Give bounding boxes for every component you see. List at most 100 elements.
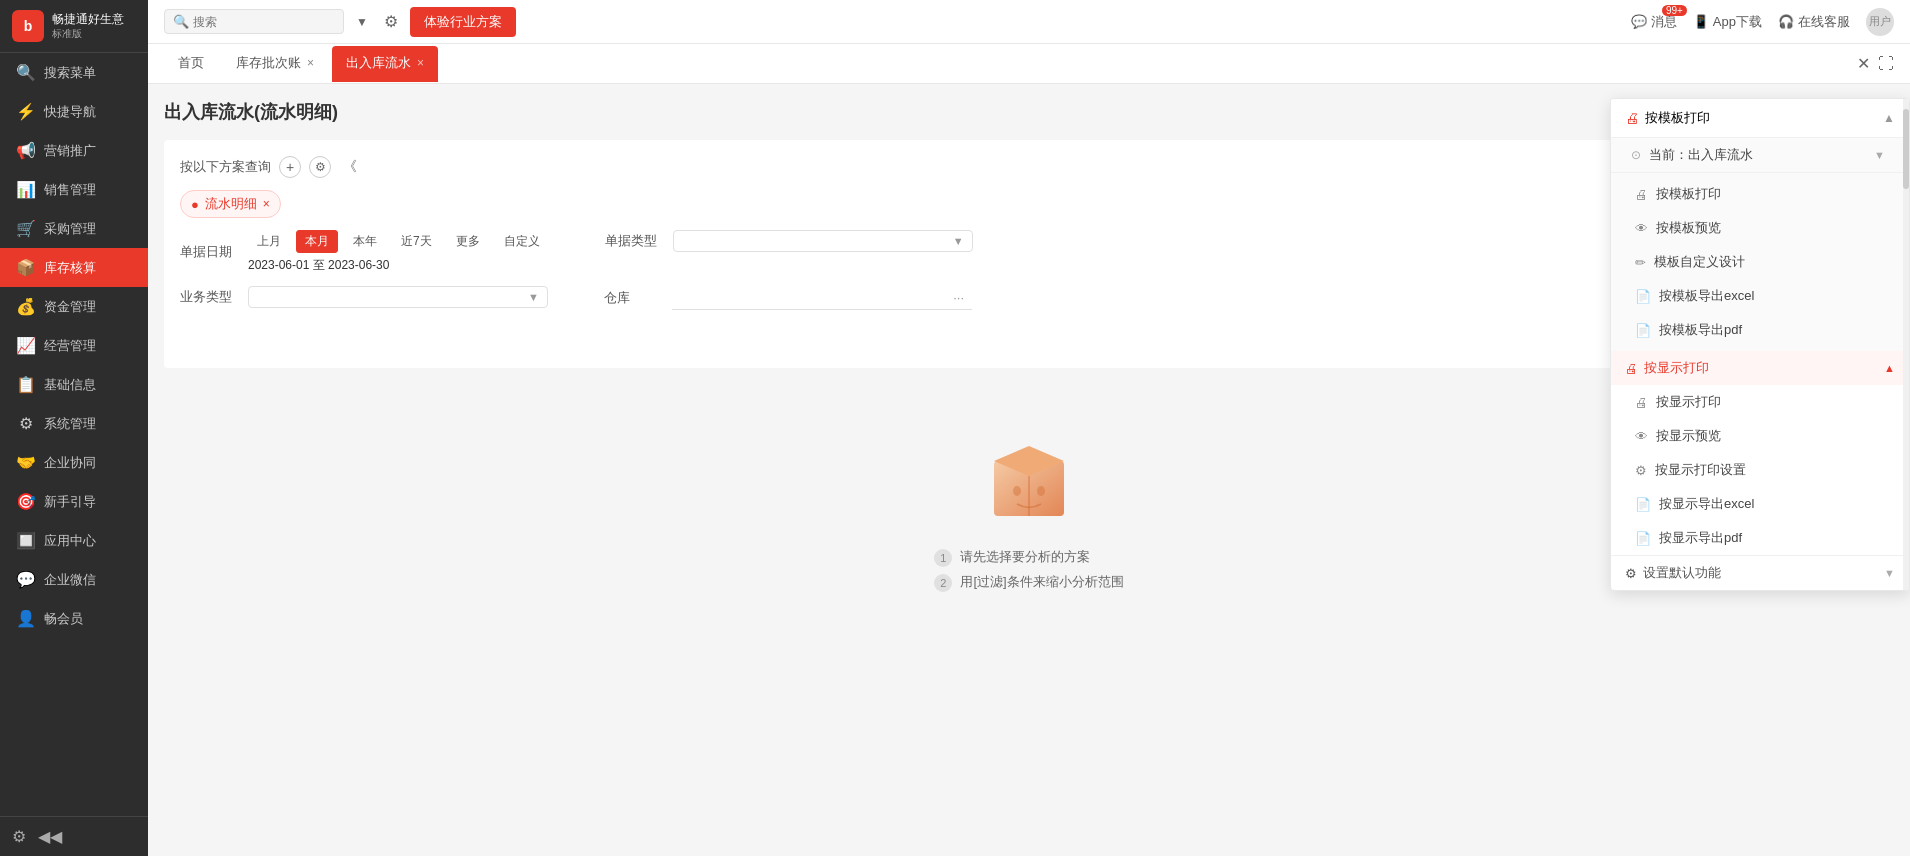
sidebar-item-apps[interactable]: 🔲 应用中心: [0, 521, 148, 560]
display-excel-label: 按显示导出excel: [1659, 495, 1754, 513]
sidebar-item-label: 快捷导航: [44, 103, 96, 121]
gear-icon[interactable]: ⚙: [384, 12, 398, 31]
scrollbar-thumb[interactable]: [1903, 109, 1909, 189]
svg-point-3: [1013, 486, 1021, 496]
sidebar-item-search[interactable]: 🔍 搜索菜单: [0, 53, 148, 92]
sidebar-item-label: 库存核算: [44, 259, 96, 277]
date-last-month-btn[interactable]: 上月: [248, 230, 290, 253]
sidebar-item-shortcut[interactable]: ⚡ 快捷导航: [0, 92, 148, 131]
message-btn[interactable]: 💬 消息 99+: [1631, 13, 1677, 31]
expand-btn[interactable]: ⛶: [1878, 55, 1894, 73]
tab-batch[interactable]: 库存批次账 ×: [222, 46, 328, 82]
sidebar-item-label: 应用中心: [44, 532, 96, 550]
tab-flow[interactable]: 出入库流水 ×: [332, 46, 438, 82]
search-dropdown-btn[interactable]: ▼: [356, 15, 368, 29]
display-settings-item[interactable]: ⚙ 按显示打印设置: [1611, 453, 1909, 487]
doc-type-filter-field: 单据类型 ▼: [605, 230, 973, 252]
sidebar-item-member[interactable]: 👤 畅会员: [0, 599, 148, 638]
sidebar-item-wechat[interactable]: 💬 企业微信: [0, 560, 148, 599]
biz-type-filter-field: 业务类型 ▼: [180, 286, 548, 308]
logo-text: 畅捷通好生意 标准版: [52, 12, 124, 41]
app-download-btn[interactable]: 📱 App下载: [1693, 13, 1762, 31]
display-preview-item[interactable]: 👁 按显示预览: [1611, 419, 1909, 453]
trial-btn[interactable]: 体验行业方案: [410, 7, 516, 37]
topbar-search-box[interactable]: 🔍: [164, 9, 344, 34]
step-number-2: 2: [934, 574, 952, 592]
sidebar-item-basic[interactable]: 📋 基础信息: [0, 365, 148, 404]
sidebar-item-inventory[interactable]: 📦 库存核算: [0, 248, 148, 287]
tab-flow-close[interactable]: ×: [417, 56, 424, 70]
search-input[interactable]: [193, 15, 335, 29]
dropdown-footer[interactable]: ⚙ 设置默认功能 ▼: [1611, 555, 1909, 590]
close-all-tabs-btn[interactable]: ✕: [1857, 54, 1870, 73]
date-more-btn[interactable]: 更多: [447, 230, 489, 253]
sidebar-item-cooperation[interactable]: 🤝 企业协同: [0, 443, 148, 482]
filter-add-btn[interactable]: +: [279, 156, 301, 178]
doc-type-select[interactable]: ▼: [673, 230, 973, 252]
display-pdf-icon: 📄: [1635, 531, 1651, 546]
template-design-item[interactable]: ✏ 模板自定义设计: [1611, 245, 1909, 279]
biz-type-chevron-icon: ▼: [528, 291, 539, 303]
template-excel-item[interactable]: 📄 按模板导出excel: [1611, 279, 1909, 313]
empty-step-2: 2 用[过滤]条件来缩小分析范围: [934, 573, 1123, 592]
template-design-label: 模板自定义设计: [1654, 253, 1745, 271]
tab-home[interactable]: 首页: [164, 46, 218, 82]
sales-icon: 📊: [16, 180, 36, 199]
display-print-icon: 🖨: [1635, 395, 1648, 410]
sidebar-item-label: 新手引导: [44, 493, 96, 511]
wechat-icon: 💬: [16, 570, 36, 589]
template-pdf-item[interactable]: 📄 按模板导出pdf: [1611, 313, 1909, 347]
biz-type-select[interactable]: ▼: [248, 286, 548, 308]
date-this-year-btn[interactable]: 本年: [344, 230, 386, 253]
template-excel-label: 按模板导出excel: [1659, 287, 1754, 305]
filter-setting-btn[interactable]: ⚙: [309, 156, 331, 178]
tag-close-btn[interactable]: ×: [263, 197, 270, 211]
basic-icon: 📋: [16, 375, 36, 394]
template-preview-icon: 👁: [1635, 221, 1648, 236]
sidebar-item-guide[interactable]: 🎯 新手引导: [0, 482, 148, 521]
dropdown-print-icon: 🖨: [1625, 110, 1639, 126]
sidebar-item-marketing[interactable]: 📢 营销推广: [0, 131, 148, 170]
sidebar-item-sales[interactable]: 📊 销售管理: [0, 170, 148, 209]
biz-type-label: 业务类型: [180, 288, 240, 306]
sidebar-item-label: 采购管理: [44, 220, 96, 238]
empty-steps: 1 请先选择要分析的方案 2 用[过滤]条件来缩小分析范围: [934, 548, 1123, 592]
dropdown-header-chevron[interactable]: ▲: [1883, 111, 1895, 125]
step-number-1: 1: [934, 549, 952, 567]
sidebar-item-label: 营销推广: [44, 142, 96, 160]
display-print-item[interactable]: 🖨 按显示打印: [1611, 385, 1909, 419]
filter-expand-collapse-btn[interactable]: 《: [343, 158, 357, 176]
date-7days-btn[interactable]: 近7天: [392, 230, 441, 253]
tab-batch-close[interactable]: ×: [307, 56, 314, 70]
step-text-1: 请先选择要分析的方案: [960, 548, 1090, 566]
display-preview-icon: 👁: [1635, 429, 1648, 444]
display-section-header[interactable]: 🖨 按显示打印 ▲: [1611, 351, 1909, 385]
sidebar-item-operations[interactable]: 📈 经营管理: [0, 326, 148, 365]
collapse-sidebar-btn[interactable]: ◀◀: [38, 827, 62, 846]
scrollbar-track: [1903, 99, 1909, 590]
apps-icon: 🔲: [16, 531, 36, 550]
customer-service-label: 在线客服: [1798, 13, 1850, 31]
avatar[interactable]: 用户: [1866, 8, 1894, 36]
date-custom-btn[interactable]: 自定义: [495, 230, 549, 253]
customer-service-btn[interactable]: 🎧 在线客服: [1778, 13, 1850, 31]
date-this-month-btn[interactable]: 本月: [296, 230, 338, 253]
flow-detail-tag[interactable]: ● 流水明细 ×: [180, 190, 281, 218]
template-preview-item[interactable]: 👁 按模板预览: [1611, 211, 1909, 245]
display-excel-item[interactable]: 📄 按显示导出excel: [1611, 487, 1909, 521]
sidebar-item-label: 基础信息: [44, 376, 96, 394]
step-text-2: 用[过滤]条件来缩小分析范围: [960, 573, 1123, 591]
dropdown-current-item[interactable]: ⊙ 当前：出入库流水 ▼: [1611, 138, 1909, 173]
display-pdf-item[interactable]: 📄 按显示导出pdf: [1611, 521, 1909, 555]
warehouse-select[interactable]: ···: [672, 286, 972, 310]
settings-bottom-btn[interactable]: ⚙: [12, 827, 26, 846]
tag-icon: ●: [191, 197, 199, 212]
warehouse-label: 仓库: [604, 289, 664, 307]
template-design-icon: ✏: [1635, 255, 1646, 270]
print-dropdown-panel: 🖨 按模板打印 ▲ ⊙ 当前：出入库流水 ▼ 🖨 按模板打印 👁 按模板预览 ✏…: [1610, 98, 1910, 591]
template-print-item[interactable]: 🖨 按模板打印: [1611, 177, 1909, 211]
sidebar-item-label: 企业微信: [44, 571, 96, 589]
sidebar-item-finance[interactable]: 💰 资金管理: [0, 287, 148, 326]
sidebar-item-system[interactable]: ⚙ 系统管理: [0, 404, 148, 443]
sidebar-item-purchase[interactable]: 🛒 采购管理: [0, 209, 148, 248]
